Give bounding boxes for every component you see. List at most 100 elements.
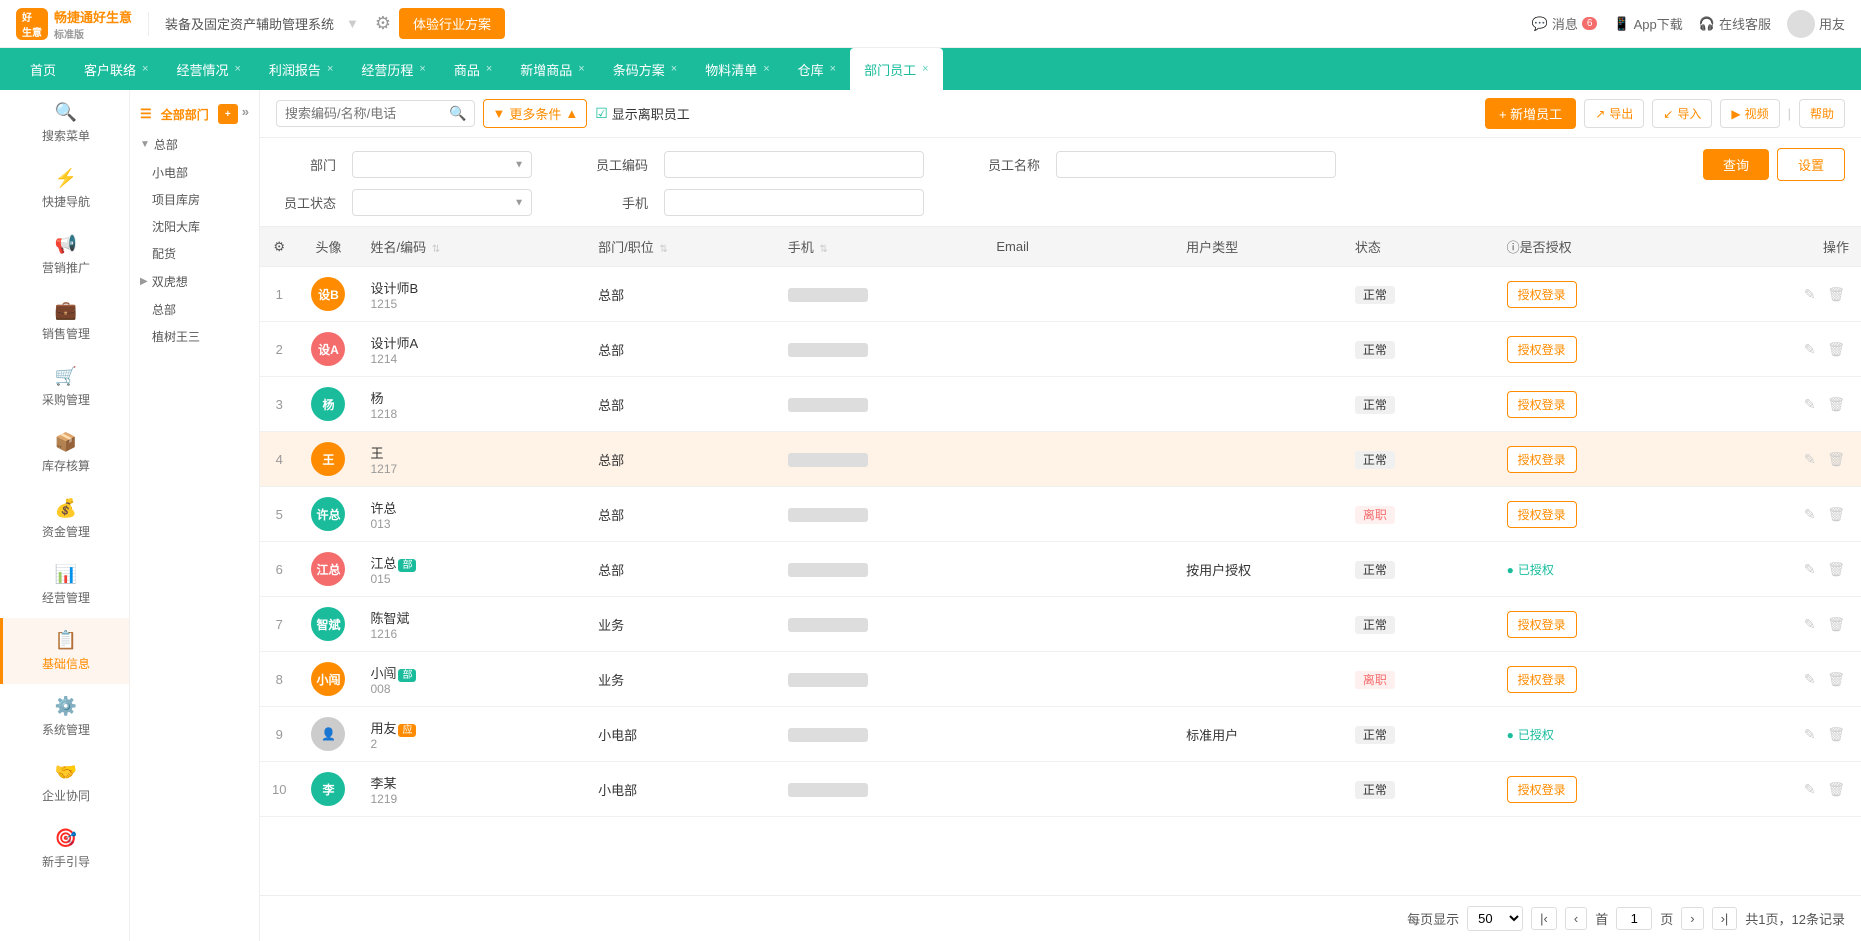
dept-xd[interactable]: 小电部 [130, 159, 259, 186]
delete-icon[interactable]: 🗑 [1823, 779, 1849, 799]
page-input[interactable] [1616, 907, 1652, 930]
nav-finance[interactable]: 💰 资金管理 [0, 486, 129, 552]
dept-hq[interactable]: ▼ 总部 [130, 130, 259, 159]
delete-icon[interactable]: 🗑 [1823, 394, 1849, 414]
nav-inventory[interactable]: 📦 库存核算 [0, 420, 129, 486]
tab-customer[interactable]: 客户联络 × [70, 48, 162, 90]
dept-add-icon[interactable]: + [218, 104, 238, 124]
import-btn[interactable]: ↙ 导入 [1652, 99, 1712, 128]
search-input[interactable] [285, 106, 445, 121]
search-icon[interactable]: 🔍 [449, 105, 466, 122]
edit-icon[interactable]: ✎ [1800, 339, 1820, 359]
dept-select[interactable] [352, 151, 532, 178]
tab-close-icon[interactable]: × [763, 63, 769, 75]
tab-warehouse[interactable]: 仓库 × [784, 48, 850, 90]
dept-zb[interactable]: 总部 [130, 296, 259, 323]
tab-close-icon[interactable]: × [142, 63, 148, 75]
col-phone[interactable]: 手机 ⇅ [776, 227, 985, 267]
nav-basic[interactable]: 📋 基础信息 [0, 618, 129, 684]
edit-icon[interactable]: ✎ [1800, 779, 1820, 799]
delete-icon[interactable]: 🗑 [1823, 449, 1849, 469]
nav-operation[interactable]: 📊 经营管理 [0, 552, 129, 618]
delete-icon[interactable]: 🗑 [1823, 504, 1849, 524]
edit-icon[interactable]: ✎ [1800, 284, 1820, 304]
title-arrow-icon[interactable]: ▼ [346, 16, 359, 31]
tab-bom[interactable]: 物料清单 × [691, 48, 783, 90]
edit-icon[interactable]: ✎ [1800, 449, 1820, 469]
tab-close-icon[interactable]: × [922, 63, 928, 75]
nav-system[interactable]: ⚙️ 系统管理 [0, 684, 129, 750]
tab-home[interactable]: 首页 [16, 48, 70, 90]
app-download-btn[interactable]: 📱 App下载 [1613, 14, 1682, 33]
delete-icon[interactable]: 🗑 [1823, 669, 1849, 689]
view-btn[interactable]: ▶ 视频 [1720, 99, 1779, 128]
next-page-btn[interactable]: › [1681, 907, 1703, 930]
nav-marketing[interactable]: 📢 营销推广 [0, 222, 129, 288]
dept-xm[interactable]: 项目库房 [130, 186, 259, 213]
tab-employees[interactable]: 部门员工 × [850, 48, 942, 90]
settings-icon[interactable]: ⚙ [375, 13, 391, 34]
help-btn[interactable]: 帮助 [1799, 99, 1845, 128]
tab-close-icon[interactable]: × [578, 63, 584, 75]
query-btn[interactable]: 查询 [1703, 149, 1769, 180]
edit-icon[interactable]: ✎ [1800, 614, 1820, 634]
auth-login-btn[interactable]: 授权登录 [1507, 666, 1577, 693]
add-employee-btn[interactable]: + 新增员工 [1485, 98, 1576, 129]
status-select[interactable] [352, 189, 532, 216]
export-btn[interactable]: ↗ 导出 [1584, 99, 1644, 128]
nav-purchase[interactable]: 🛒 采购管理 [0, 354, 129, 420]
dept-ph[interactable]: 配货 [130, 240, 259, 267]
message-btn[interactable]: 💬 消息 6 [1532, 14, 1598, 33]
tab-close-icon[interactable]: × [671, 63, 677, 75]
delete-icon[interactable]: 🗑 [1823, 614, 1849, 634]
delete-icon[interactable]: 🗑 [1823, 339, 1849, 359]
emp-name-input[interactable] [1056, 151, 1336, 178]
reset-btn[interactable]: 设置 [1777, 148, 1845, 181]
trial-button[interactable]: 体验行业方案 [399, 8, 505, 39]
phone-input[interactable] [664, 189, 924, 216]
nav-collab[interactable]: 🤝 企业协同 [0, 750, 129, 816]
nav-guide[interactable]: 🎯 新手引导 [0, 816, 129, 882]
tab-goods[interactable]: 商品 × [440, 48, 506, 90]
tab-barcode[interactable]: 条码方案 × [599, 48, 691, 90]
edit-icon[interactable]: ✎ [1800, 724, 1820, 744]
dept-pp[interactable]: 植树王三 [130, 323, 259, 350]
auth-login-btn[interactable]: 授权登录 [1507, 501, 1577, 528]
auth-login-btn[interactable]: 授权登录 [1507, 446, 1577, 473]
tab-operation-status[interactable]: 经营情况 × [162, 48, 254, 90]
first-page-btn[interactable]: |‹ [1531, 907, 1557, 930]
auth-login-btn[interactable]: 授权登录 [1507, 391, 1577, 418]
edit-icon[interactable]: ✎ [1800, 504, 1820, 524]
auth-login-btn[interactable]: 授权登录 [1507, 336, 1577, 363]
auth-login-btn[interactable]: 授权登录 [1507, 611, 1577, 638]
col-settings[interactable]: ⚙ [260, 227, 298, 267]
delete-icon[interactable]: 🗑 [1823, 724, 1849, 744]
emp-code-input[interactable] [664, 151, 924, 178]
tab-business[interactable]: 经营历程 × [347, 48, 439, 90]
edit-icon[interactable]: ✎ [1800, 394, 1820, 414]
auth-login-btn[interactable]: 授权登录 [1507, 281, 1577, 308]
edit-icon[interactable]: ✎ [1800, 669, 1820, 689]
delete-icon[interactable]: 🗑 [1823, 284, 1849, 304]
nav-search-menu[interactable]: 🔍 搜索菜单 [0, 90, 129, 156]
nav-shortcut[interactable]: ⚡ 快捷导航 [0, 156, 129, 222]
edit-icon[interactable]: ✎ [1800, 559, 1820, 579]
tab-profit[interactable]: 利润报告 × [255, 48, 347, 90]
auth-login-btn[interactable]: 授权登录 [1507, 776, 1577, 803]
col-dept[interactable]: 部门/职位 ⇅ [586, 227, 776, 267]
prev-page-btn[interactable]: ‹ [1565, 907, 1587, 930]
delete-icon[interactable]: 🗑 [1823, 559, 1849, 579]
online-service-btn[interactable]: 🎧 在线客服 [1699, 14, 1771, 33]
tab-close-icon[interactable]: × [327, 63, 333, 75]
dept-sx[interactable]: ▶ 双虎想 [130, 267, 259, 296]
show-resigned-checkbox[interactable]: ☑ 显示离职员工 [595, 104, 690, 123]
per-page-select[interactable]: 50 20 100 [1467, 906, 1523, 931]
col-name[interactable]: 姓名/编码 ⇅ [358, 227, 586, 267]
last-page-btn[interactable]: ›| [1712, 907, 1738, 930]
nav-sales[interactable]: 💼 销售管理 [0, 288, 129, 354]
user-avatar-btn[interactable]: 用友 [1787, 10, 1845, 38]
more-filter-btn[interactable]: ▼ 更多条件 ▲ [483, 99, 587, 128]
dept-sy[interactable]: 沈阳大库 [130, 213, 259, 240]
tab-close-icon[interactable]: × [486, 63, 492, 75]
tab-add-goods[interactable]: 新增商品 × [506, 48, 598, 90]
